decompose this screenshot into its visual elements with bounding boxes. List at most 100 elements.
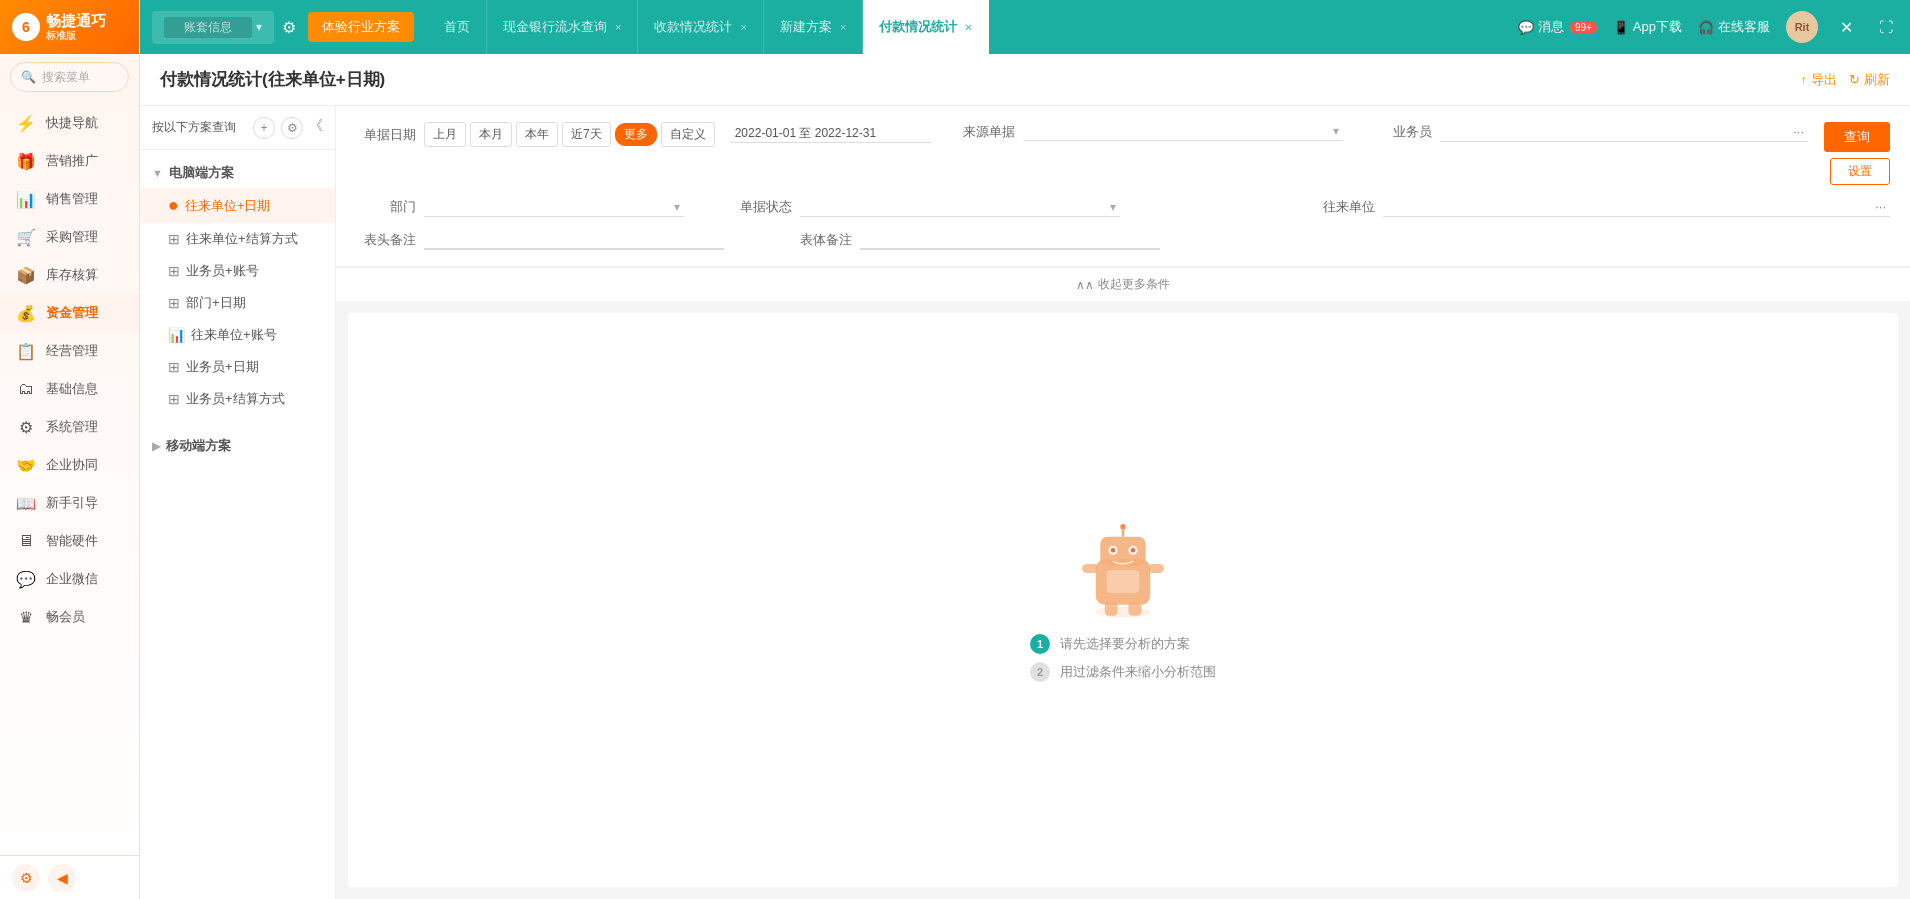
svg-rect-10 bbox=[1148, 564, 1164, 573]
tree-item-label: 业务员+日期 bbox=[186, 358, 259, 376]
tab-cashflow-label: 现金银行流水查询 bbox=[503, 18, 607, 36]
svg-point-0 bbox=[1096, 607, 1151, 618]
tab-receipt[interactable]: 收款情况统计 × bbox=[638, 0, 763, 54]
this-month-btn[interactable]: 本月 bbox=[470, 122, 512, 147]
collapse-sidebar-btn[interactable]: ◀ bbox=[48, 864, 76, 892]
sidebar-item-inventory[interactable]: 📦 库存核算 bbox=[0, 256, 139, 294]
tab-payment-close[interactable]: × bbox=[965, 21, 971, 33]
sidebar-item-marketing[interactable]: 🎁 营销推广 bbox=[0, 142, 139, 180]
tree-item-staff-date[interactable]: ⊞ 业务员+日期 bbox=[140, 351, 335, 383]
header-note-input[interactable] bbox=[424, 229, 724, 249]
sidebar-item-system[interactable]: ⚙ 系统管理 bbox=[0, 408, 139, 446]
add-plan-btn[interactable]: + bbox=[253, 117, 275, 139]
tab-new-plan-close[interactable]: × bbox=[840, 21, 846, 33]
tree-item-staff-account[interactable]: ⊞ 业务员+账号 bbox=[140, 255, 335, 287]
refresh-btn[interactable]: ↻ 刷新 bbox=[1849, 71, 1890, 89]
pc-section-arrow: ▼ bbox=[152, 167, 163, 179]
export-label: 导出 bbox=[1811, 71, 1837, 89]
app-download-btn[interactable]: 📱 App下载 bbox=[1613, 18, 1682, 36]
refresh-label: 刷新 bbox=[1864, 71, 1890, 89]
mobile-section-label: 移动端方案 bbox=[166, 437, 231, 455]
tab-cashflow-close[interactable]: × bbox=[615, 21, 621, 33]
query-actions: 查询 设置 bbox=[1824, 122, 1890, 185]
export-btn[interactable]: ↑ 导出 bbox=[1801, 71, 1838, 89]
guide-icon: 📖 bbox=[16, 493, 36, 513]
sidebar-item-weixin[interactable]: 💬 企业微信 bbox=[0, 560, 139, 598]
topbar-close-btn[interactable]: ✕ bbox=[1834, 15, 1858, 39]
member-icon: ♛ bbox=[16, 607, 36, 627]
dept-select[interactable]: ▾ bbox=[424, 198, 684, 217]
topbar-gear-icon[interactable]: ⚙ bbox=[282, 18, 296, 37]
tree-item-label: 业务员+账号 bbox=[186, 262, 259, 280]
pc-section-header[interactable]: ▼ 电脑端方案 bbox=[140, 158, 335, 188]
empty-step-1: 1 请先选择要分析的方案 bbox=[1030, 634, 1216, 654]
message-icon: 💬 bbox=[1518, 20, 1534, 35]
system-icon: ⚙ bbox=[16, 417, 36, 437]
sidebar-item-fund[interactable]: 💰 资金管理 bbox=[0, 294, 139, 332]
weixin-icon: 💬 bbox=[16, 569, 36, 589]
source-select[interactable]: ▾ bbox=[1023, 122, 1343, 141]
operation-icon: 📋 bbox=[16, 341, 36, 361]
sidebar-item-quick-nav[interactable]: ⚡ 快捷导航 bbox=[0, 104, 139, 142]
tab-home[interactable]: 首页 bbox=[428, 0, 487, 54]
last-7days-btn[interactable]: 近7天 bbox=[562, 122, 611, 147]
header-note-input-wrapper bbox=[424, 229, 724, 250]
quick-nav-icon: ⚡ bbox=[16, 113, 36, 133]
custom-date-btn[interactable]: 自定义 bbox=[661, 122, 715, 147]
tree-item-dept-date[interactable]: ⊞ 部门+日期 bbox=[140, 287, 335, 319]
sidebar-item-label: 经营管理 bbox=[46, 342, 98, 360]
filter-settings-btn[interactable]: 设置 bbox=[1830, 158, 1890, 185]
settings-btn[interactable]: ⚙ bbox=[12, 864, 40, 892]
tab-receipt-label: 收款情况统计 bbox=[654, 18, 732, 36]
topbar-expand-btn[interactable]: ⛶ bbox=[1874, 15, 1898, 39]
body-note-input[interactable] bbox=[860, 229, 1160, 249]
tab-receipt-close[interactable]: × bbox=[740, 21, 746, 33]
dept-label: 部门 bbox=[356, 198, 416, 216]
tab-cashflow[interactable]: 现金银行流水查询 × bbox=[487, 0, 638, 54]
collapse-bar[interactable]: ∧∧ 收起更多条件 bbox=[336, 267, 1910, 301]
user-avatar[interactable]: Rit bbox=[1786, 11, 1818, 43]
partner-select[interactable]: ··· bbox=[1383, 197, 1890, 217]
tab-new-plan[interactable]: 新建方案 × bbox=[764, 0, 863, 54]
plan-settings-btn[interactable]: ⚙ bbox=[281, 117, 303, 139]
online-service-label: 在线客服 bbox=[1718, 18, 1770, 36]
query-btn[interactable]: 查询 bbox=[1824, 122, 1890, 152]
tree-item-label: 往来单位+结算方式 bbox=[186, 230, 298, 248]
sidebar-item-enterprise[interactable]: 🤝 企业协同 bbox=[0, 446, 139, 484]
search-menu-bar[interactable]: 🔍 搜索菜单 bbox=[10, 62, 129, 92]
hardware-icon: 🖥 bbox=[16, 531, 36, 551]
messages-btn[interactable]: 💬 消息 99+ bbox=[1518, 18, 1597, 36]
tree-item-staff-settle[interactable]: ⊞ 业务员+结算方式 bbox=[140, 383, 335, 415]
online-service-btn[interactable]: 🎧 在线客服 bbox=[1698, 18, 1770, 36]
sidebar-item-sales[interactable]: 📊 销售管理 bbox=[0, 180, 139, 218]
sidebar-item-operation[interactable]: 📋 经营管理 bbox=[0, 332, 139, 370]
sidebar-item-purchase[interactable]: 🛒 采购管理 bbox=[0, 218, 139, 256]
more-date-btn[interactable]: 更多 bbox=[615, 123, 657, 146]
tree-item-label: 往来单位+账号 bbox=[191, 326, 277, 344]
trial-btn[interactable]: 体验行业方案 bbox=[308, 12, 414, 42]
sidebar-item-basic[interactable]: 🗂 基础信息 bbox=[0, 370, 139, 408]
last-month-btn[interactable]: 上月 bbox=[424, 122, 466, 147]
status-select[interactable]: ▾ bbox=[800, 198, 1120, 217]
search-placeholder: 搜索菜单 bbox=[42, 69, 90, 86]
sidebar: 6 畅捷通巧 标准版 🔍 搜索菜单 ⚡ 快捷导航 🎁 营销推广 📊 销售管理 🛒… bbox=[0, 0, 140, 899]
mobile-section-header[interactable]: ▶ 移动端方案 bbox=[140, 431, 335, 461]
this-year-btn[interactable]: 本年 bbox=[516, 122, 558, 147]
tree-item-unit-date[interactable]: ● 往来单位+日期 bbox=[140, 188, 335, 223]
sidebar-item-label: 新手引导 bbox=[46, 494, 98, 512]
source-label: 来源单据 bbox=[963, 123, 1015, 141]
tree-item-unit-account[interactable]: 📊 往来单位+账号 bbox=[140, 319, 335, 351]
account-selector[interactable]: 账套信息 ▾ bbox=[152, 11, 274, 44]
date-range-input[interactable] bbox=[731, 124, 931, 143]
sidebar-item-member[interactable]: ♛ 畅会员 bbox=[0, 598, 139, 636]
tree-item-unit-settle[interactable]: ⊞ 往来单位+结算方式 bbox=[140, 223, 335, 255]
staff-select[interactable]: ··· bbox=[1440, 122, 1808, 142]
collapse-panel-btn[interactable]: 《 bbox=[309, 117, 323, 139]
avatar-text: Rit bbox=[1795, 21, 1810, 33]
sidebar-item-hardware[interactable]: 🖥 智能硬件 bbox=[0, 522, 139, 560]
sidebar-item-guide[interactable]: 📖 新手引导 bbox=[0, 484, 139, 522]
robot-svg bbox=[1073, 518, 1173, 628]
chevron-down-icon: ▾ bbox=[256, 20, 262, 34]
topbar-tabs: 首页 现金银行流水查询 × 收款情况统计 × 新建方案 × 付款情况统计 × bbox=[428, 0, 989, 54]
tab-payment[interactable]: 付款情况统计 × bbox=[863, 0, 988, 54]
